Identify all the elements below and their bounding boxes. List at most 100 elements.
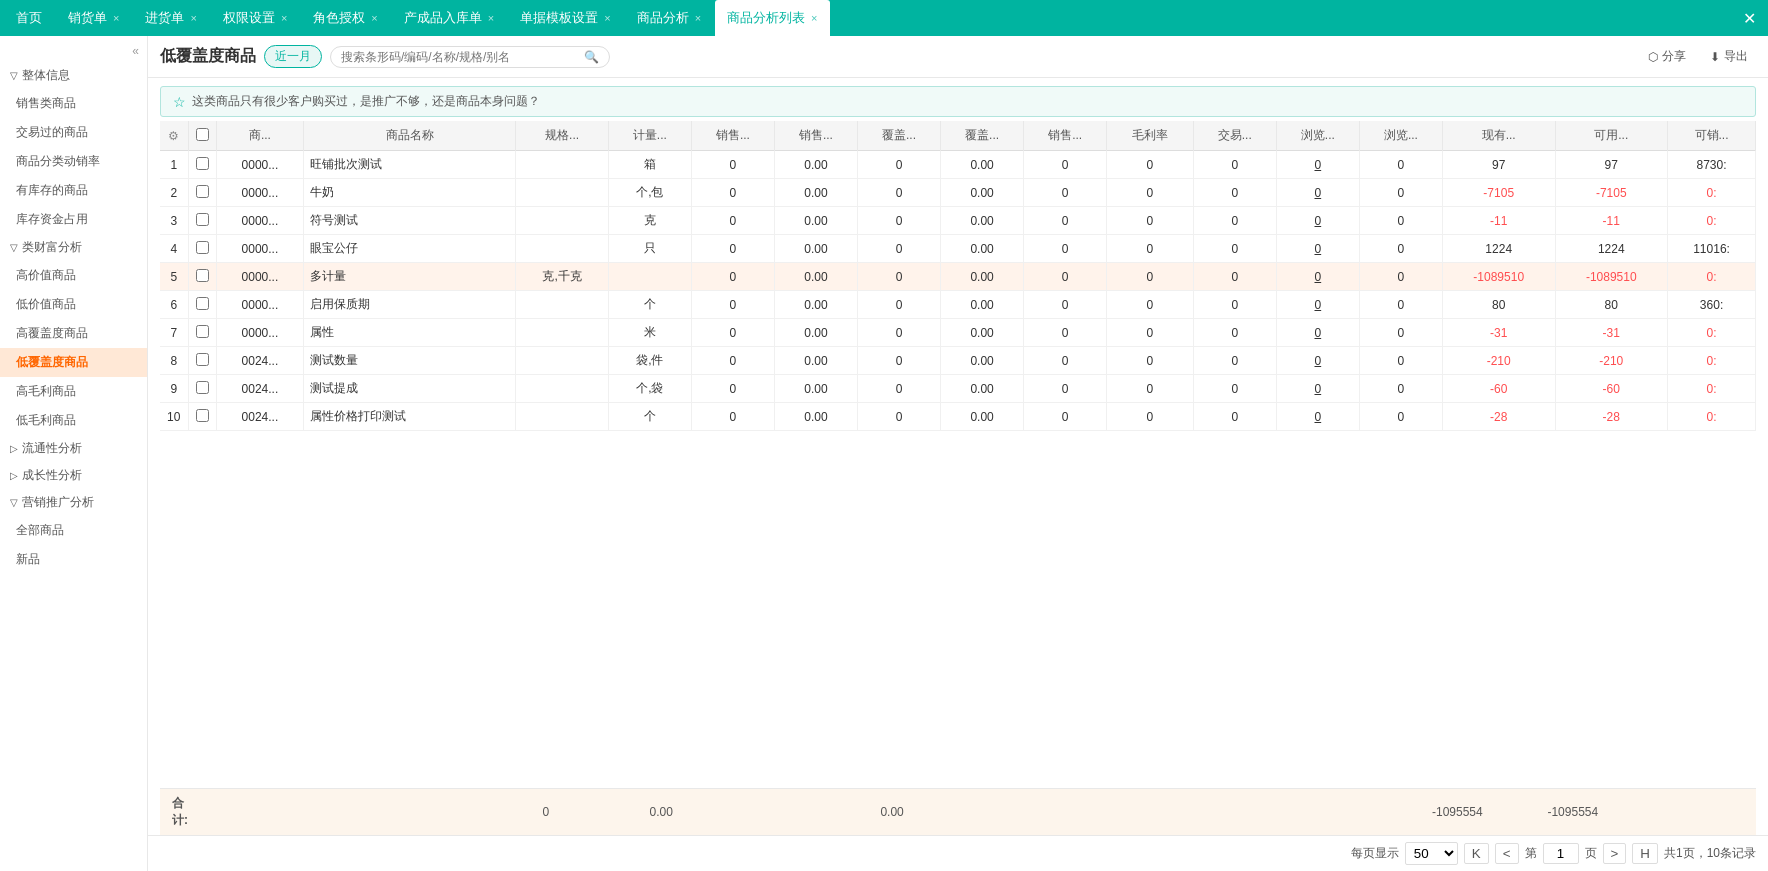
row-stock2: -7105 bbox=[1555, 179, 1668, 207]
nav-product-analysis[interactable]: 商品分析 × bbox=[625, 0, 713, 36]
row-saleable: 0: bbox=[1668, 375, 1756, 403]
nav-finished-goods[interactable]: 产成品入库单 × bbox=[392, 0, 506, 36]
row-no: 2 bbox=[160, 179, 188, 207]
close-icon[interactable]: × bbox=[488, 12, 494, 24]
sidebar-item-traded-goods[interactable]: 交易过的商品 bbox=[0, 118, 147, 147]
close-icon[interactable]: × bbox=[604, 12, 610, 24]
row-saleable: 8730: bbox=[1668, 151, 1756, 179]
settings-icon[interactable]: ⚙ bbox=[168, 129, 179, 143]
row-checkbox[interactable] bbox=[188, 319, 216, 347]
search-input[interactable] bbox=[341, 50, 580, 64]
search-icon[interactable]: 🔍 bbox=[584, 50, 599, 64]
col-checkbox[interactable] bbox=[188, 121, 216, 151]
sidebar-item-high-coverage[interactable]: 高覆盖度商品 bbox=[0, 319, 147, 348]
table-row: 10 0024... 属性价格打印测试 个 0 0.00 0 0.00 0 0 … bbox=[160, 403, 1756, 431]
page-number-input[interactable]: 1 bbox=[1543, 843, 1579, 864]
row-browse1[interactable]: 0 bbox=[1276, 319, 1359, 347]
row-code: 0024... bbox=[216, 403, 304, 431]
close-icon[interactable]: × bbox=[190, 12, 196, 24]
sidebar-section-growth[interactable]: ▷ 成长性分析 bbox=[0, 462, 147, 489]
row-stock2: -11 bbox=[1555, 207, 1668, 235]
row-name: 属性价格打印测试 bbox=[304, 403, 516, 431]
sidebar-section-liquidity[interactable]: ▷ 流通性分析 bbox=[0, 435, 147, 462]
row-stock1: -31 bbox=[1442, 319, 1555, 347]
export-button[interactable]: ⬇ 导出 bbox=[1702, 44, 1756, 69]
sidebar-item-in-stock-goods[interactable]: 有库存的商品 bbox=[0, 176, 147, 205]
row-browse1[interactable]: 0 bbox=[1276, 179, 1359, 207]
row-browse1[interactable]: 0 bbox=[1276, 347, 1359, 375]
last-page-button[interactable]: H bbox=[1632, 843, 1658, 864]
sidebar-item-low-margin[interactable]: 低毛利商品 bbox=[0, 406, 147, 435]
row-transaction: 0 bbox=[1193, 151, 1276, 179]
col-settings[interactable]: ⚙ bbox=[160, 121, 188, 151]
close-icon[interactable]: × bbox=[113, 12, 119, 24]
sidebar-item-low-coverage[interactable]: 低覆盖度商品 bbox=[0, 348, 147, 377]
row-checkbox[interactable] bbox=[188, 263, 216, 291]
row-checkbox[interactable] bbox=[188, 235, 216, 263]
row-coverage2: 0.00 bbox=[941, 319, 1024, 347]
row-browse1[interactable]: 0 bbox=[1276, 291, 1359, 319]
filter-recent-month-button[interactable]: 近一月 bbox=[264, 45, 322, 68]
row-no: 10 bbox=[160, 403, 188, 431]
nav-roles[interactable]: 角色授权 × bbox=[301, 0, 389, 36]
row-coverage2: 0.00 bbox=[941, 151, 1024, 179]
row-unit: 个 bbox=[608, 403, 691, 431]
row-coverage1: 0 bbox=[857, 291, 940, 319]
row-browse1[interactable]: 0 bbox=[1276, 375, 1359, 403]
prev-page-button[interactable]: < bbox=[1495, 843, 1519, 864]
row-sales3: 0 bbox=[1024, 179, 1107, 207]
row-coverage1: 0 bbox=[857, 403, 940, 431]
nav-product-analysis-list[interactable]: 商品分析列表 × bbox=[715, 0, 829, 36]
select-all-checkbox[interactable] bbox=[196, 128, 209, 141]
nav-purchase[interactable]: 进货单 × bbox=[133, 0, 208, 36]
row-checkbox[interactable] bbox=[188, 403, 216, 431]
row-spec bbox=[516, 207, 608, 235]
row-stock1: 97 bbox=[1442, 151, 1555, 179]
row-checkbox[interactable] bbox=[188, 151, 216, 179]
nav-sales-order[interactable]: 销货单 × bbox=[56, 0, 131, 36]
nav-template-settings[interactable]: 单据模板设置 × bbox=[508, 0, 622, 36]
close-icon[interactable]: × bbox=[371, 12, 377, 24]
share-button[interactable]: ⬡ 分享 bbox=[1640, 44, 1694, 69]
sidebar-item-sales-goods[interactable]: 销售类商品 bbox=[0, 89, 147, 118]
row-checkbox[interactable] bbox=[188, 207, 216, 235]
sidebar-item-high-value[interactable]: 高价值商品 bbox=[0, 261, 147, 290]
per-page-select[interactable]: 50 100 200 bbox=[1405, 842, 1458, 865]
row-stock2: 80 bbox=[1555, 291, 1668, 319]
row-browse2: 0 bbox=[1359, 235, 1442, 263]
nav-permissions[interactable]: 权限设置 × bbox=[211, 0, 299, 36]
row-browse1[interactable]: 0 bbox=[1276, 207, 1359, 235]
row-browse1[interactable]: 0 bbox=[1276, 403, 1359, 431]
row-name: 符号测试 bbox=[304, 207, 516, 235]
row-sales3: 0 bbox=[1024, 291, 1107, 319]
close-icon[interactable]: × bbox=[811, 12, 817, 24]
row-browse2: 0 bbox=[1359, 207, 1442, 235]
close-icon[interactable]: × bbox=[281, 12, 287, 24]
sidebar-item-new-goods[interactable]: 新品 bbox=[0, 545, 147, 574]
row-sales-amount: 0.00 bbox=[774, 347, 857, 375]
close-icon[interactable]: × bbox=[695, 12, 701, 24]
sidebar-section-marketing[interactable]: ▽ 营销推广分析 bbox=[0, 489, 147, 516]
row-checkbox[interactable] bbox=[188, 375, 216, 403]
table-row: 7 0000... 属性 米 0 0.00 0 0.00 0 0 0 0 0 -… bbox=[160, 319, 1756, 347]
sidebar-item-all-goods[interactable]: 全部商品 bbox=[0, 516, 147, 545]
sidebar-item-inventory-funds[interactable]: 库存资金占用 bbox=[0, 205, 147, 234]
first-page-button[interactable]: K bbox=[1464, 843, 1489, 864]
row-browse1[interactable]: 0 bbox=[1276, 235, 1359, 263]
row-browse1[interactable]: 0 bbox=[1276, 151, 1359, 179]
sidebar-section-wealth-analysis[interactable]: ▽ 类财富分析 bbox=[0, 234, 147, 261]
row-sales3: 0 bbox=[1024, 403, 1107, 431]
sidebar-section-overall[interactable]: ▽ 整体信息 bbox=[0, 62, 147, 89]
sidebar-item-category-sales-rate[interactable]: 商品分类动销率 bbox=[0, 147, 147, 176]
next-page-button[interactable]: > bbox=[1603, 843, 1627, 864]
row-stock2: 97 bbox=[1555, 151, 1668, 179]
sidebar-collapse-button[interactable]: « bbox=[0, 40, 147, 62]
sidebar-item-low-value[interactable]: 低价值商品 bbox=[0, 290, 147, 319]
row-browse1[interactable]: 0 bbox=[1276, 263, 1359, 291]
window-close-button[interactable]: ✕ bbox=[1735, 9, 1764, 28]
nav-home[interactable]: 首页 bbox=[4, 0, 54, 36]
row-checkbox[interactable] bbox=[188, 179, 216, 207]
sidebar-item-high-margin[interactable]: 高毛利商品 bbox=[0, 377, 147, 406]
row-checkbox[interactable] bbox=[188, 347, 216, 375]
row-checkbox[interactable] bbox=[188, 291, 216, 319]
